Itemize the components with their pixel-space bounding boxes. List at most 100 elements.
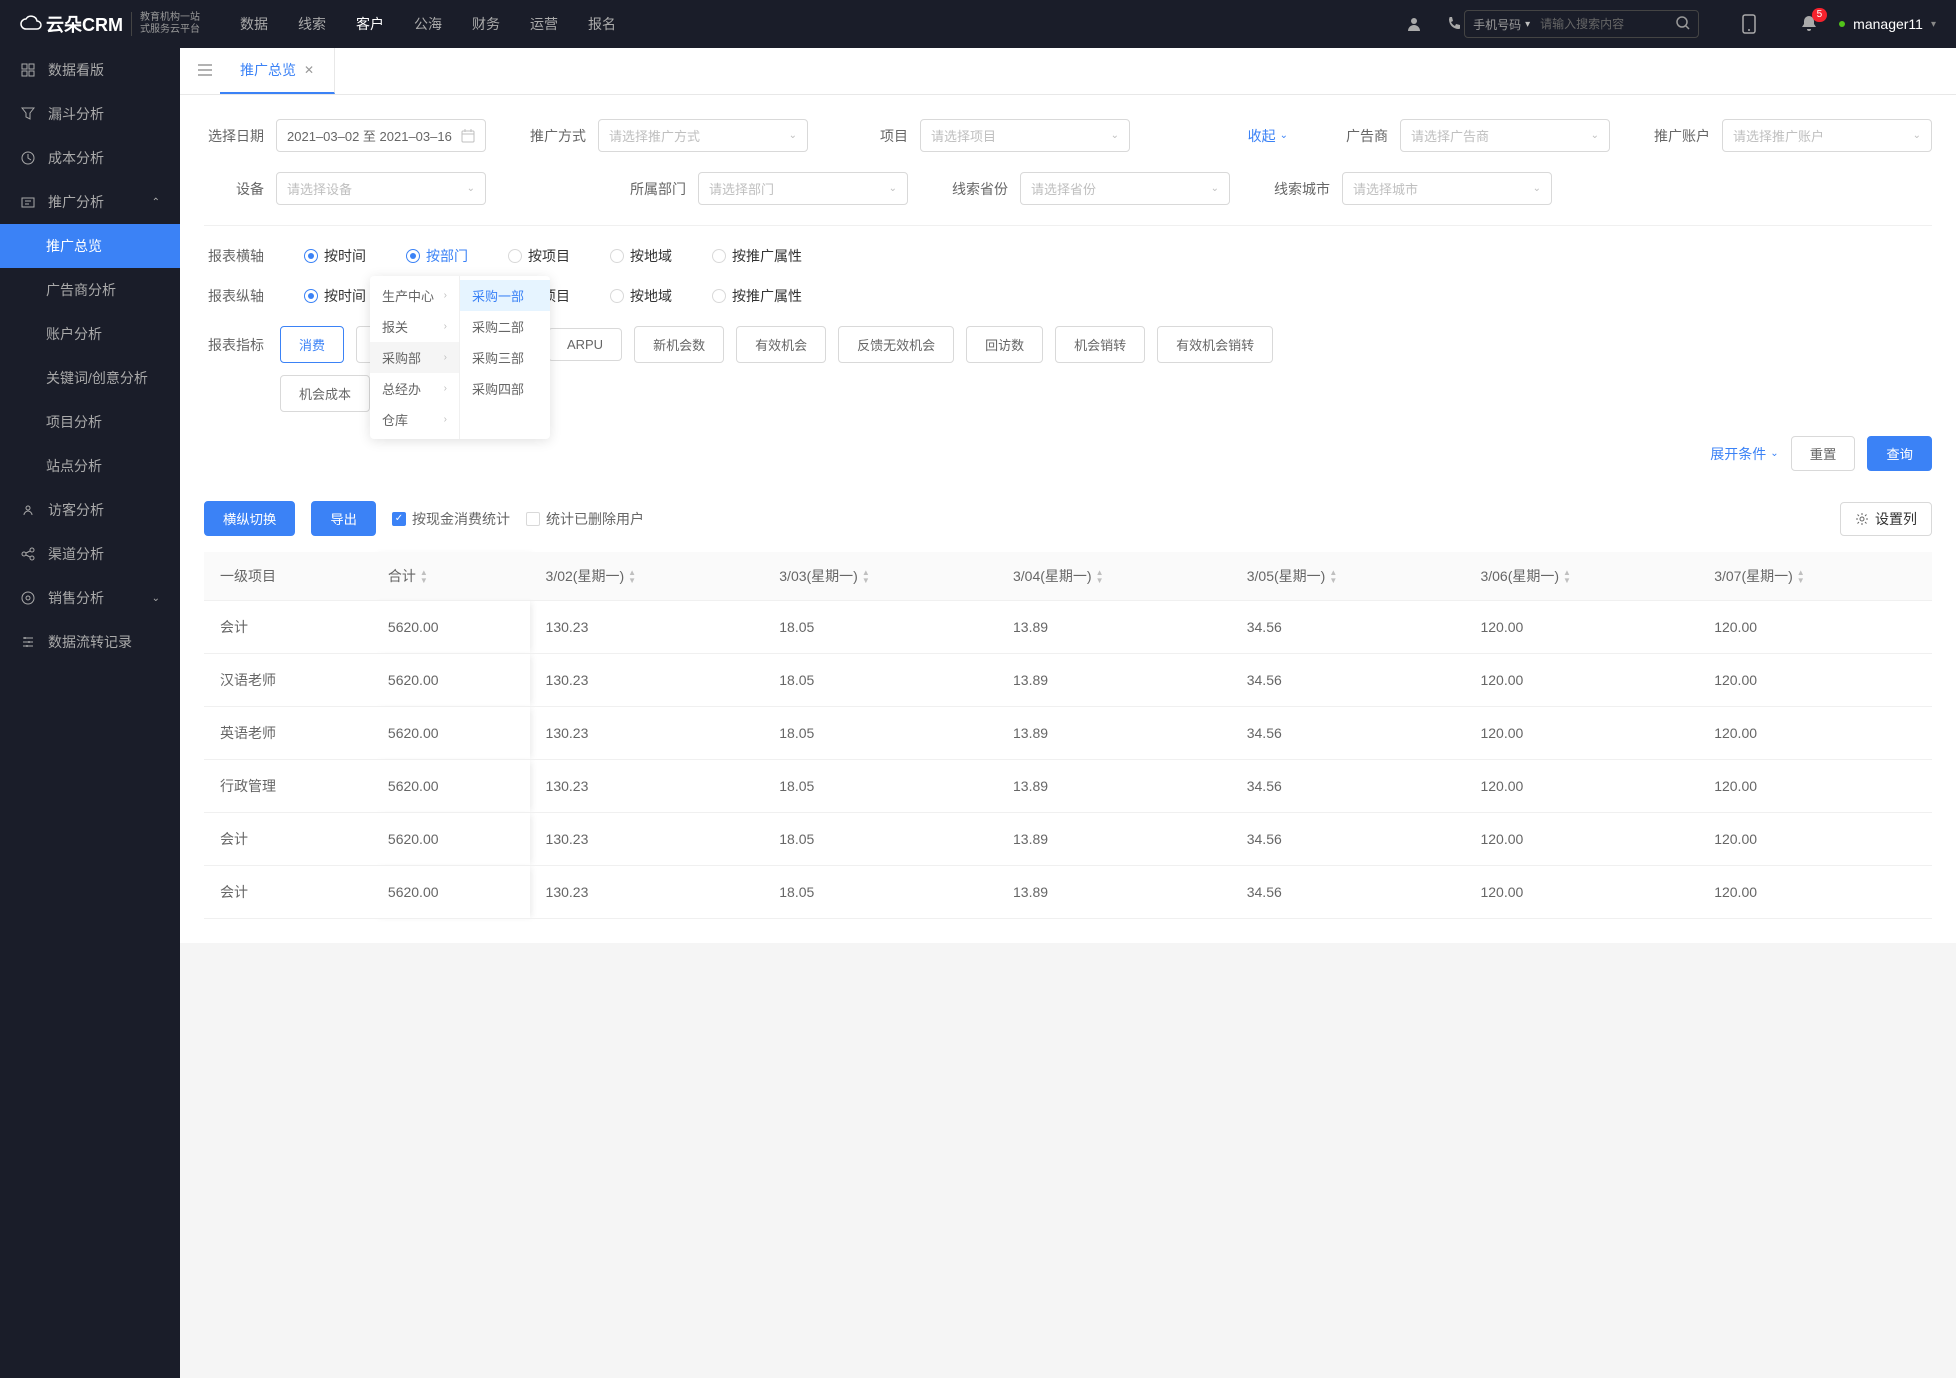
sidebar-item[interactable]: 访客分析 [0,488,180,532]
city-select[interactable]: 请选择城市⌄ [1342,172,1552,205]
tab-promotion-overview[interactable]: 推广总览 ✕ [220,48,335,94]
table-header[interactable]: 3/07(星期一)▲▼ [1698,552,1932,601]
metric-button[interactable]: 有效机会销转 [1157,326,1273,363]
v-axis-row: 报表纵轴 生产中心›报关›采购部›总经办›仓库› 采购一部采购二部采购三部采购四… [204,286,1932,306]
table-header[interactable]: 3/02(星期一)▲▼ [530,552,764,601]
table-header[interactable]: 3/04(星期一)▲▼ [997,552,1231,601]
nav-item[interactable]: 报名 [588,14,616,34]
expand-conditions-link[interactable]: 展开条件⌄ [1710,444,1778,464]
device-select[interactable]: 请选择设备⌄ [276,172,486,205]
cascader-item[interactable]: 总经办› [370,373,459,404]
table-cell: 13.89 [997,707,1231,760]
nav-item[interactable]: 财务 [472,14,500,34]
table-header[interactable]: 3/06(星期一)▲▼ [1464,552,1698,601]
collapse-link[interactable]: 收起⌄ [1248,126,1288,146]
close-icon[interactable]: ✕ [304,63,314,77]
radio-option[interactable]: 按时间 [304,286,366,306]
table-header[interactable]: 3/03(星期一)▲▼ [763,552,997,601]
mobile-icon[interactable] [1739,14,1759,34]
metric-button[interactable]: 消费 [280,326,344,363]
sidebar-item[interactable]: 销售分析⌄ [0,576,180,620]
switch-axis-button[interactable]: 横纵切换 [204,501,295,536]
dept-select[interactable]: 请选择部门⌄ [698,172,908,205]
column-settings-button[interactable]: 设置列 [1840,502,1932,536]
chevron-right-icon: › [444,414,447,425]
sidebar-item[interactable]: 推广分析⌃ [0,180,180,224]
cascader-item[interactable]: 采购三部 [460,342,550,373]
cascader-item[interactable]: 生产中心› [370,280,459,311]
nav-item[interactable]: 客户 [356,14,384,34]
cascader-item[interactable]: 仓库› [370,404,459,435]
sort-icon: ▲▼ [1563,569,1571,585]
nav-item[interactable]: 公海 [414,14,442,34]
filter-panel: 选择日期 2021–03–02 至 2021–03–16 推广方式 请选择推广方… [204,119,1932,205]
search-icon[interactable] [1676,16,1690,33]
chevron-right-icon: › [444,321,447,332]
user-icon[interactable] [1404,14,1424,34]
export-button[interactable]: 导出 [311,501,376,536]
sidebar-item[interactable]: 数据流转记录 [0,620,180,664]
deleted-stat-checkbox[interactable]: 统计已删除用户 [526,509,644,529]
sidebar-item[interactable]: 渠道分析 [0,532,180,576]
user-menu[interactable]: manager11 ▾ [1839,16,1936,32]
cascader-item[interactable]: 报关› [370,311,459,342]
status-dot-icon [1839,21,1845,27]
sidebar-subitem[interactable]: 推广总览 [0,224,180,268]
table-header[interactable]: 合计▲▼ [372,552,530,601]
sidebar-subitem[interactable]: 关键词/创意分析 [0,356,180,400]
table-cell: 130.23 [530,813,764,866]
search-type-select[interactable]: 手机号码 ▾ [1473,16,1536,33]
metric-button[interactable]: 反馈无效机会 [838,326,954,363]
table-cell: 13.89 [997,760,1231,813]
nav-item[interactable]: 数据 [240,14,268,34]
h-axis-row: 报表横轴 按时间按部门按项目按地域按推广属性 [204,246,1932,266]
table-cell: 120.00 [1698,760,1932,813]
date-range-input[interactable]: 2021–03–02 至 2021–03–16 [276,119,486,152]
nav-item[interactable]: 线索 [298,14,326,34]
sidebar-item[interactable]: 成本分析 [0,136,180,180]
bell-icon[interactable]: 5 [1799,14,1819,34]
table-header[interactable]: 一级项目 [204,552,372,601]
query-button[interactable]: 查询 [1867,436,1932,471]
account-select[interactable]: 请选择推广账户⌄ [1722,119,1932,152]
advertiser-select[interactable]: 请选择广告商⌄ [1400,119,1610,152]
radio-option[interactable]: 按推广属性 [712,286,802,306]
chevron-icon: ⌃ [152,197,160,208]
metric-button[interactable]: 有效机会 [736,326,826,363]
nav-item[interactable]: 运营 [530,14,558,34]
metric-button[interactable]: 机会销转 [1055,326,1145,363]
table-cell: 120.00 [1698,866,1932,919]
cascader-item[interactable]: 采购四部 [460,373,550,404]
metric-button[interactable]: 回访数 [966,326,1043,363]
radio-option[interactable]: 按时间 [304,246,366,266]
reset-button[interactable]: 重置 [1791,436,1856,471]
radio-option[interactable]: 按部门 [406,246,468,266]
header-right: 5 manager11 ▾ [1719,14,1936,34]
radio-option[interactable]: 按项目 [508,246,570,266]
cash-stat-checkbox[interactable]: ✓ 按现金消费统计 [392,509,510,529]
sidebar-item[interactable]: 数据看版 [0,48,180,92]
collapse-sidebar-icon[interactable] [190,55,220,87]
method-select[interactable]: 请选择推广方式⌄ [598,119,808,152]
radio-option[interactable]: 按地域 [610,286,672,306]
search-input[interactable] [1536,13,1676,35]
metric-button[interactable]: 机会成本 [280,375,370,412]
sidebar-subitem[interactable]: 项目分析 [0,400,180,444]
project-select[interactable]: 请选择项目⌄ [920,119,1130,152]
table-header[interactable]: 3/05(星期一)▲▼ [1231,552,1465,601]
radio-option[interactable]: 按推广属性 [712,246,802,266]
table-cell: 13.89 [997,813,1231,866]
sidebar-subitem[interactable]: 账户分析 [0,312,180,356]
province-select[interactable]: 请选择省份⌄ [1020,172,1230,205]
sidebar-subitem[interactable]: 广告商分析 [0,268,180,312]
metric-button[interactable]: ARPU [548,328,622,361]
sidebar-item[interactable]: 漏斗分析 [0,92,180,136]
cascader-item[interactable]: 采购部› [370,342,459,373]
metric-button[interactable]: 新机会数 [634,326,724,363]
phone-icon[interactable] [1444,14,1464,34]
dept-cascader-popup: 生产中心›报关›采购部›总经办›仓库› 采购一部采购二部采购三部采购四部 [370,276,550,439]
cascader-item[interactable]: 采购一部 [460,280,550,311]
sidebar-subitem[interactable]: 站点分析 [0,444,180,488]
radio-option[interactable]: 按地域 [610,246,672,266]
cascader-item[interactable]: 采购二部 [460,311,550,342]
